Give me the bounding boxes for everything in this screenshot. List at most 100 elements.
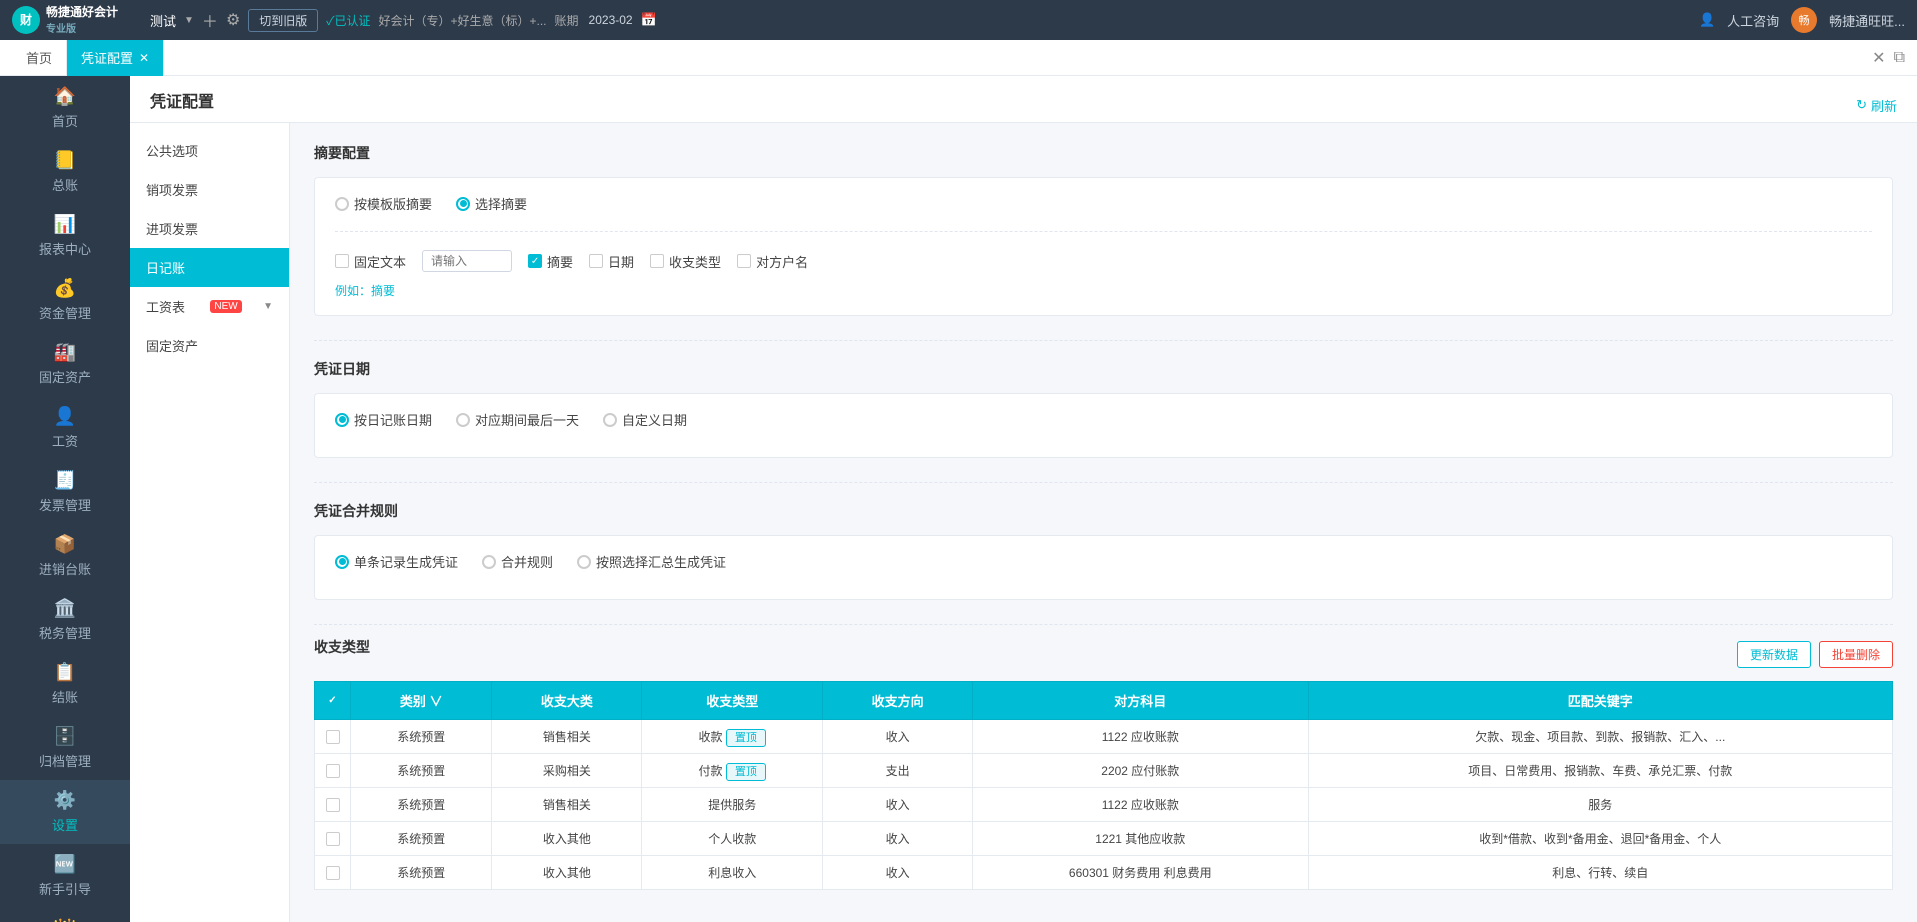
new-badge: NEW — [210, 300, 241, 313]
sidebar-item-reports[interactable]: 📊 报表中心 — [0, 204, 130, 268]
public-options-label: 公共选项 — [146, 141, 198, 160]
tab-home[interactable]: 首页 — [12, 40, 67, 76]
radio-journal-date-label: 按日记账日期 — [354, 410, 432, 429]
update-data-button[interactable]: 更新数据 — [1737, 641, 1811, 668]
left-nav-fixed-assets[interactable]: 固定资产 — [130, 326, 289, 365]
home-icon: 🏠 — [54, 86, 76, 107]
td-checkbox-5[interactable] — [315, 856, 351, 890]
restore-window-icon[interactable]: ⧉ — [1894, 49, 1905, 67]
left-nav-sales-invoice[interactable]: 销项发票 — [130, 170, 289, 209]
td-checkbox-1[interactable] — [315, 720, 351, 754]
checkbox-counterpart-box — [737, 254, 751, 268]
select-all-checkbox[interactable] — [326, 694, 340, 708]
sidebar-guide-label: 新手引导 — [39, 879, 91, 898]
batch-delete-button[interactable]: 批量删除 — [1819, 641, 1893, 668]
checkbox-income-type-label: 收支类型 — [669, 252, 721, 271]
sidebar-item-settings[interactable]: ⚙️ 设置 — [0, 780, 130, 844]
td-category-4: 系统预置 — [351, 822, 492, 856]
radio-journal-date[interactable]: 按日记账日期 — [335, 410, 432, 429]
radio-aggregate[interactable]: 按照选择汇总生成凭证 — [577, 552, 726, 571]
sidebar-closing-label: 结账 — [52, 687, 78, 706]
example-text: 例如：摘要 — [335, 282, 1872, 299]
settings-icon[interactable]: ⚙ — [226, 10, 240, 30]
td-main-type-3: 销售相关 — [492, 788, 642, 822]
sidebar-item-member[interactable]: 👑 畅会员 — [0, 908, 130, 922]
pin-tag-1[interactable]: 置顶 — [726, 729, 766, 747]
radio-custom-date[interactable]: 自定义日期 — [603, 410, 687, 429]
row-checkbox-5[interactable] — [326, 866, 340, 880]
checkbox-summary[interactable]: 摘要 — [528, 252, 573, 271]
income-expense-title: 收支类型 — [314, 637, 370, 657]
fixed-text-input[interactable] — [422, 250, 512, 272]
switch-version-button[interactable]: 切到旧版 — [248, 9, 318, 32]
sidebar-item-invoice[interactable]: 🧾 发票管理 — [0, 460, 130, 524]
summary-checkbox-group: 固定文本 摘要 日期 — [335, 250, 1872, 272]
checkbox-fixed-text-label: 固定文本 — [354, 252, 406, 271]
radio-period-last-day[interactable]: 对应期间最后一天 — [456, 410, 579, 429]
sidebar-item-inventory[interactable]: 📦 进销台账 — [0, 524, 130, 588]
checkbox-income-type[interactable]: 收支类型 — [650, 252, 721, 271]
sidebar-inventory-label: 进销台账 — [39, 559, 91, 578]
salary-icon: 👤 — [54, 406, 76, 427]
left-nav-payroll[interactable]: 工资表 NEW ▼ — [130, 287, 289, 326]
checkbox-date[interactable]: 日期 — [589, 252, 634, 271]
radio-single-record[interactable]: 单条记录生成凭证 — [335, 552, 458, 571]
row-checkbox-4[interactable] — [326, 832, 340, 846]
td-category-5: 系统预置 — [351, 856, 492, 890]
sidebar-item-guide[interactable]: 🆕 新手引导 — [0, 844, 130, 908]
checkbox-summary-box — [528, 254, 542, 268]
sidebar-item-archive[interactable]: 🗄️ 归档管理 — [0, 716, 130, 780]
th-select-all[interactable] — [315, 682, 351, 720]
th-category: 类别 ∨ — [351, 682, 492, 720]
radio-template-summary[interactable]: 按模板版摘要 — [335, 194, 432, 213]
sidebar-item-fund[interactable]: 💰 资金管理 — [0, 268, 130, 332]
tab-close-icon[interactable]: ✕ — [139, 51, 149, 65]
td-direction-3: 收入 — [823, 788, 973, 822]
tab-voucher-config[interactable]: 凭证配置 ✕ — [67, 40, 164, 76]
sidebar-item-salary[interactable]: 👤 工资 — [0, 396, 130, 460]
consult-label[interactable]: 人工咨询 — [1727, 11, 1779, 30]
ledger-icon: 📒 — [54, 150, 76, 171]
td-checkbox-3[interactable] — [315, 788, 351, 822]
page-title: 凭证配置 — [150, 88, 214, 122]
sidebar-item-closing[interactable]: 📋 结账 — [0, 652, 130, 716]
add-icon[interactable]: ＋ — [202, 8, 218, 32]
user-name[interactable]: 畅捷通旺旺... — [1829, 11, 1905, 30]
sidebar-settings-label: 设置 — [52, 815, 78, 834]
invoice-icon: 🧾 — [54, 470, 76, 491]
close-window-icon[interactable]: ✕ — [1872, 48, 1885, 68]
certified-tag: ✓已认证 — [326, 12, 370, 29]
checkbox-date-box — [589, 254, 603, 268]
td-category-1: 系统预置 — [351, 720, 492, 754]
calendar-icon[interactable]: 📅 — [641, 12, 657, 28]
td-checkbox-2[interactable] — [315, 754, 351, 788]
pin-tag-2[interactable]: 置顶 — [726, 763, 766, 781]
right-area: 👤 人工咨询 畅 畅捷通旺旺... — [1699, 7, 1905, 33]
checkbox-counterpart[interactable]: 对方户名 — [737, 252, 808, 271]
env-arrow-icon[interactable]: ▼ — [184, 15, 194, 26]
fixed-assets-label: 固定资产 — [146, 336, 198, 355]
td-checkbox-4[interactable] — [315, 822, 351, 856]
radio-select-summary[interactable]: 选择摘要 — [456, 194, 527, 213]
row-checkbox-3[interactable] — [326, 798, 340, 812]
row-checkbox-1[interactable] — [326, 730, 340, 744]
radio-merge-rule[interactable]: 合并规则 — [482, 552, 553, 571]
sidebar-item-general-ledger[interactable]: 📒 总账 — [0, 140, 130, 204]
left-nav-purchase-invoice[interactable]: 进项发票 — [130, 209, 289, 248]
income-expense-section: 收支类型 更新数据 批量删除 类别 ∨ — [314, 637, 1893, 890]
sidebar-item-assets[interactable]: 🏭 固定资产 — [0, 332, 130, 396]
left-nav-journal[interactable]: 日记账 — [130, 248, 289, 287]
config-area: 摘要配置 按模板版摘要 选择摘要 — [290, 123, 1917, 922]
td-direction-5: 收入 — [823, 856, 973, 890]
radio-merge-rule-label: 合并规则 — [501, 552, 553, 571]
row-checkbox-2[interactable] — [326, 764, 340, 778]
sidebar-item-tax[interactable]: 🏛️ 税务管理 — [0, 588, 130, 652]
td-main-type-2: 采购相关 — [492, 754, 642, 788]
td-direction-4: 收入 — [823, 822, 973, 856]
sidebar-item-home[interactable]: 🏠 首页 — [0, 76, 130, 140]
checkbox-fixed-text[interactable]: 固定文本 — [335, 252, 406, 271]
refresh-button[interactable]: ↻ 刷新 — [1856, 96, 1897, 115]
member-icon: 👑 — [54, 918, 76, 922]
left-nav-public-options[interactable]: 公共选项 — [130, 131, 289, 170]
td-keywords-5: 利息、行转、续自 — [1308, 856, 1892, 890]
